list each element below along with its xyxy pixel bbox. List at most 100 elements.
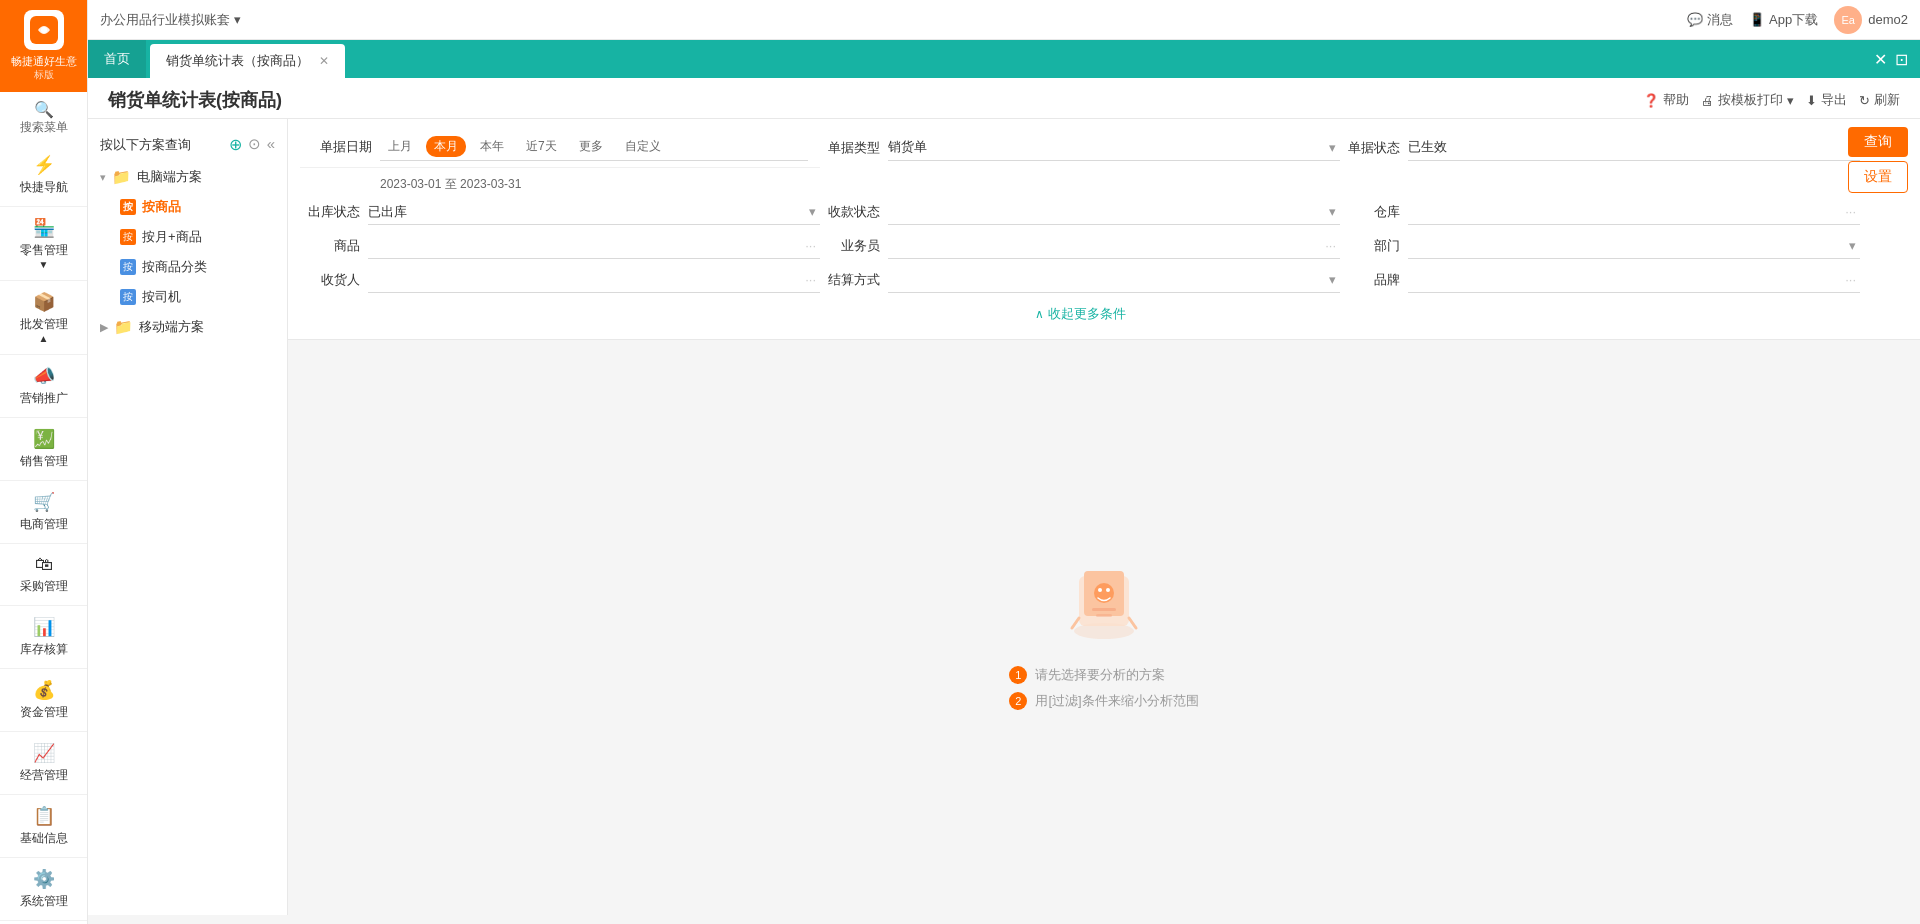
filter-brand-value[interactable]: ··· <box>1408 267 1860 293</box>
filter-settlement-label: 结算方式 <box>820 271 888 289</box>
filter-date-cell: 单据日期 上月 本月 本年 近7天 更多 自定义 <box>300 127 820 168</box>
export-button[interactable]: ⬇ 导出 <box>1806 91 1847 109</box>
sidebar-basic-info[interactable]: 📋 基础信息 <box>0 795 87 858</box>
filter-row-2: 出库状态 已出库 ▾ 收款状态 ▾ <box>300 199 1860 225</box>
svg-point-7 <box>1106 588 1110 592</box>
date-btn-7days[interactable]: 近7天 <box>518 136 565 157</box>
chevron-down-icon: ▾ <box>234 12 241 27</box>
collapse-bar[interactable]: ∧ 收起更多条件 <box>300 297 1860 331</box>
top-bar: 办公用品行业模拟账套 ▾ 💬 消息 📱 App下载 Ea demo2 <box>88 0 1920 40</box>
help-label: 帮助 <box>1663 91 1689 109</box>
print-label: 按模板打印 <box>1718 91 1783 109</box>
sidebar-system[interactable]: ⚙️ 系统管理 <box>0 858 87 921</box>
filter-doctype-value[interactable]: 销货单 ▾ <box>888 135 1340 161</box>
sidebar-wholesale[interactable]: 📦 批发管理 ▲ <box>0 281 87 355</box>
tree-item-month-product[interactable]: 按 按月+商品 <box>116 222 287 252</box>
sidebar-operations[interactable]: 📈 经营管理 <box>0 732 87 795</box>
tree-item-driver[interactable]: 按 按司机 <box>116 282 287 312</box>
filter-date-label: 单据日期 <box>312 138 380 156</box>
sidebar-purchase[interactable]: 🛍 采购管理 <box>0 544 87 606</box>
date-btn-this-month[interactable]: 本月 <box>426 136 466 157</box>
date-range-text: 2023-03-01 至 2023-03-31 <box>380 177 521 191</box>
tree-item-by-product[interactable]: 按 按商品 <box>116 192 287 222</box>
avatar: Ea <box>1834 6 1862 34</box>
tab-close-window-icon[interactable]: ✕ <box>1874 50 1887 69</box>
filter-brand-label: 品牌 <box>1340 271 1408 289</box>
payment-chevron-icon: ▾ <box>1329 204 1336 219</box>
search-menu-item[interactable]: 🔍 搜索菜单 <box>16 92 72 144</box>
empty-illustration <box>1054 546 1154 646</box>
collapse-icon: ∧ <box>1035 307 1044 321</box>
folder-icon: 📁 <box>112 168 131 186</box>
message-button[interactable]: 💬 消息 <box>1687 11 1733 29</box>
sidebar: 畅捷通好生意 标版 🔍 搜索菜单 ⚡ 快捷导航 🏪 零售管理 ▼ 📦 批发管理 … <box>0 0 88 924</box>
tree-folder-desktop[interactable]: ▾ 📁 电脑端方案 <box>88 162 287 192</box>
folder-desktop-label: 电脑端方案 <box>137 168 202 186</box>
filter-payment-label: 收款状态 <box>820 203 888 221</box>
filter-date-value[interactable]: 上月 本月 本年 近7天 更多 自定义 <box>380 133 808 161</box>
filter-outbound-value[interactable]: 已出库 ▾ <box>368 199 820 225</box>
folder-mobile-expand-icon: ▶ <box>100 321 108 334</box>
tab-stats-label: 销货单统计表（按商品） <box>166 52 309 70</box>
filter-warehouse-value[interactable]: ··· <box>1408 199 1860 225</box>
filter-buttons: 查询 设置 <box>1848 127 1908 193</box>
folder-expand-icon: ▾ <box>100 171 106 184</box>
date-btn-more[interactable]: 更多 <box>571 136 611 157</box>
empty-tip-1: 1 请先选择要分析的方案 <box>1009 666 1198 684</box>
tree-item-category[interactable]: 按 按商品分类 <box>116 252 287 282</box>
filter-recipient-value[interactable]: ··· <box>368 267 820 293</box>
query-button[interactable]: 查询 <box>1848 127 1908 157</box>
sidebar-finance[interactable]: 💰 资金管理 <box>0 669 87 732</box>
app-name: 畅捷通好生意 <box>11 54 77 68</box>
print-button[interactable]: 🖨 按模板打印 ▾ <box>1701 91 1794 109</box>
filter-row-4: 收货人 ··· 结算方式 ▾ <box>300 267 1860 293</box>
tree-children-desktop: 按 按商品 按 按月+商品 按 按商品分类 按 <box>88 192 287 312</box>
sidebar-inventory[interactable]: 📊 库存核算 <box>0 606 87 669</box>
download-icon: 📱 <box>1749 12 1765 27</box>
item-icon-product: 按 <box>120 199 136 215</box>
filter-settlement-value[interactable]: ▾ <box>888 267 1340 293</box>
tab-maximize-icon[interactable]: ⊡ <box>1895 50 1908 69</box>
settings-button[interactable]: 设置 <box>1848 161 1908 193</box>
tab-controls: ✕ ⊡ <box>1874 50 1920 69</box>
refresh-button[interactable]: ↻ 刷新 <box>1859 91 1900 109</box>
filter-staff-value[interactable]: ··· <box>888 233 1340 259</box>
filter-payment-value[interactable]: ▾ <box>888 199 1340 225</box>
logo-icon <box>24 10 64 50</box>
app-selector[interactable]: 办公用品行业模拟账套 ▾ <box>100 11 241 29</box>
filter-docstatus-label: 单据状态 <box>1340 139 1408 157</box>
filter-docstatus-value[interactable]: 已生效 ▾ <box>1408 135 1860 161</box>
left-panel-header: 按以下方案查询 ⊕ ⊙ « <box>88 131 287 162</box>
settlement-chevron-icon: ▾ <box>1329 272 1336 287</box>
sidebar-quick-nav[interactable]: ⚡ 快捷导航 <box>0 144 87 207</box>
tree-folder-mobile[interactable]: ▶ 📁 移动端方案 <box>88 312 287 342</box>
tab-home[interactable]: 首页 <box>88 40 146 78</box>
sidebar-retail[interactable]: 🏪 零售管理 ▼ <box>0 207 87 281</box>
filter-staff-label: 业务员 <box>820 237 888 255</box>
settings-icon[interactable]: ⊙ <box>248 135 261 154</box>
help-button[interactable]: ❓ 帮助 <box>1643 91 1689 109</box>
tab-close-icon[interactable]: ✕ <box>319 54 329 68</box>
sidebar-sales[interactable]: 💹 销售管理 <box>0 418 87 481</box>
warehouse-dots-icon: ··· <box>1845 204 1856 219</box>
date-btn-last-month[interactable]: 上月 <box>380 136 420 157</box>
filter-staff-cell: 业务员 ··· <box>820 233 1340 259</box>
empty-tip-2-text: 用[过滤]条件来缩小分析范围 <box>1035 692 1198 710</box>
filter-product-label: 商品 <box>300 237 368 255</box>
sidebar-ecommerce[interactable]: 🛒 电商管理 <box>0 481 87 544</box>
filter-product-value[interactable]: ··· <box>368 233 820 259</box>
filter-dept-value[interactable]: ▾ <box>1408 233 1860 259</box>
tree-section-desktop: ▾ 📁 电脑端方案 按 按商品 按 按月+商品 <box>88 162 287 312</box>
add-icon[interactable]: ⊕ <box>229 135 242 154</box>
tab-stats[interactable]: 销货单统计表（按商品） ✕ <box>150 44 345 78</box>
user-menu[interactable]: Ea demo2 <box>1834 6 1908 34</box>
download-button[interactable]: 📱 App下载 <box>1749 11 1818 29</box>
left-panel: 按以下方案查询 ⊕ ⊙ « ▾ 📁 电脑端方案 <box>88 119 288 915</box>
sidebar-marketing[interactable]: 📣 营销推广 <box>0 355 87 418</box>
app-selector-label: 办公用品行业模拟账套 <box>100 11 230 29</box>
outbound-text: 已出库 <box>368 203 407 221</box>
date-btn-custom[interactable]: 自定义 <box>617 136 669 157</box>
collapse-icon[interactable]: « <box>267 135 275 154</box>
date-btn-this-year[interactable]: 本年 <box>472 136 512 157</box>
page-actions: ❓ 帮助 🖨 按模板打印 ▾ ⬇ 导出 ↻ 刷新 <box>1643 91 1900 109</box>
